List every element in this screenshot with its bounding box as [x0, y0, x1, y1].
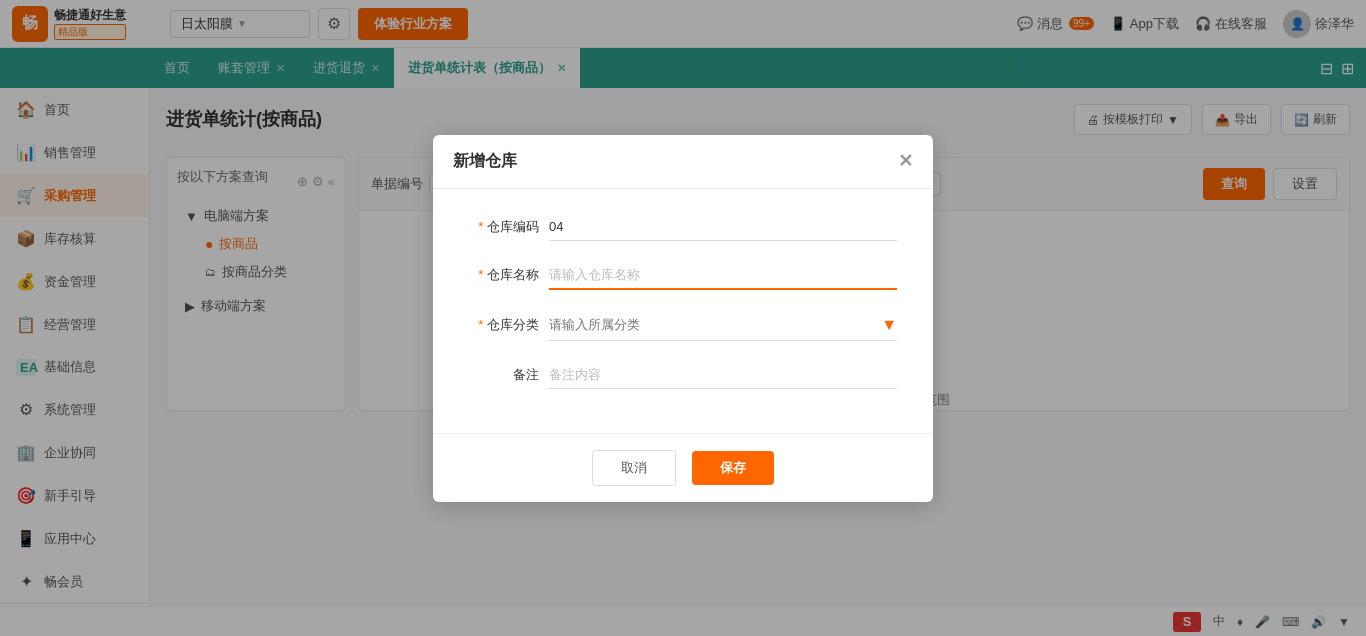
- name-label: 仓库名称: [469, 266, 549, 284]
- cancel-button[interactable]: 取消: [592, 450, 676, 486]
- modal-overlay: 新增仓库 ✕ 仓库编码 仓库名称 仓库分类 ▼: [0, 0, 1366, 636]
- code-input[interactable]: [549, 213, 897, 241]
- remark-input[interactable]: [549, 361, 897, 389]
- code-label: 仓库编码: [469, 218, 549, 236]
- category-input[interactable]: [549, 317, 881, 332]
- dialog-header: 新增仓库 ✕: [433, 135, 933, 189]
- form-row-remark: 备注: [469, 361, 897, 389]
- dialog-close-button[interactable]: ✕: [898, 152, 913, 170]
- category-dropdown-icon: ▼: [881, 316, 897, 334]
- dialog-title: 新增仓库: [453, 151, 517, 172]
- dialog-footer: 取消 保存: [433, 433, 933, 502]
- form-row-code: 仓库编码: [469, 213, 897, 241]
- save-button[interactable]: 保存: [692, 451, 774, 485]
- remark-label: 备注: [469, 366, 549, 384]
- dialog-body: 仓库编码 仓库名称 仓库分类 ▼ 备注: [433, 189, 933, 433]
- form-row-name: 仓库名称: [469, 261, 897, 290]
- new-warehouse-dialog: 新增仓库 ✕ 仓库编码 仓库名称 仓库分类 ▼: [433, 135, 933, 502]
- name-input[interactable]: [549, 261, 897, 290]
- form-row-category: 仓库分类 ▼: [469, 310, 897, 341]
- category-label: 仓库分类: [469, 316, 549, 334]
- category-select-row[interactable]: ▼: [549, 310, 897, 341]
